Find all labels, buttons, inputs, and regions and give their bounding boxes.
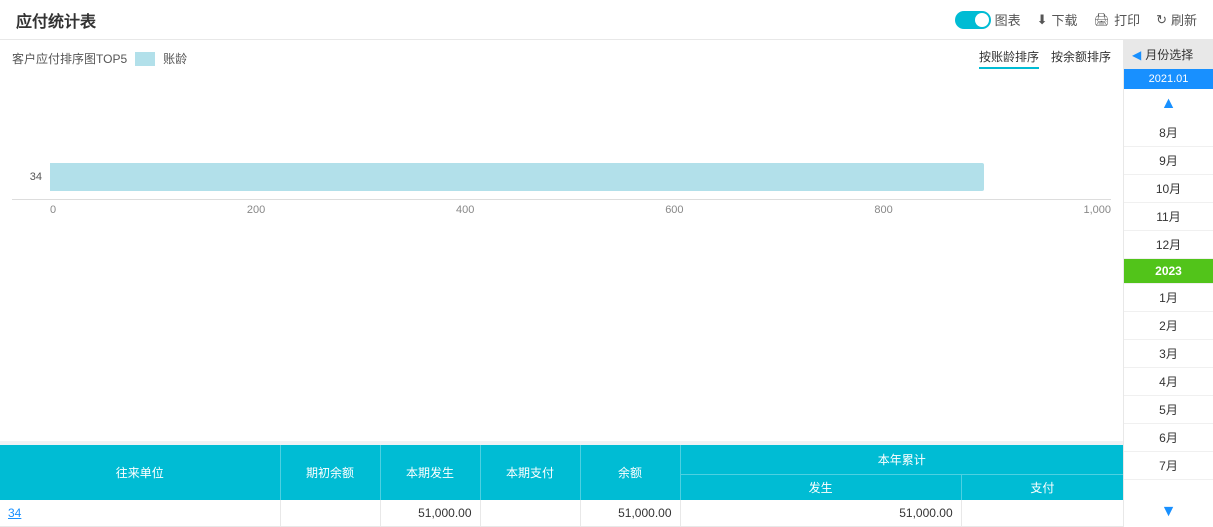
cell-current-occur: 51,000.00 <box>380 500 480 527</box>
month-item-5[interactable]: 5月 <box>1124 396 1213 424</box>
col-unit-header: 往来单位 <box>0 445 280 500</box>
main-content: 客户应付排序图TOP5 账龄 按账龄排序 按余额排序 34 <box>0 40 1213 527</box>
print-button[interactable]: 🖨 打印 <box>1094 10 1141 29</box>
toggle-switch-icon[interactable] <box>955 11 991 29</box>
page-title: 应付统计表 <box>16 8 96 32</box>
refresh-icon: ↻ <box>1156 12 1167 28</box>
legend-text: 客户应付排序图TOP5 <box>12 50 127 67</box>
chart-header: 客户应付排序图TOP5 账龄 按账龄排序 按余额排序 <box>12 48 1111 69</box>
month-item-7[interactable]: 7月 <box>1124 452 1213 480</box>
x-axis-400: 400 <box>456 204 474 216</box>
x-axis-800: 800 <box>874 204 892 216</box>
chart-section: 客户应付排序图TOP5 账龄 按账龄排序 按余额排序 34 <box>0 40 1123 441</box>
x-axis: 0 200 400 600 800 1,000 <box>12 199 1111 216</box>
download-button[interactable]: ⬇ 下载 <box>1037 10 1078 29</box>
bar-row: 34 856天 <box>12 163 1111 191</box>
month-item-8[interactable]: 8月 <box>1124 119 1213 147</box>
sort-by-balance-button[interactable]: 按账龄排序 <box>979 48 1039 69</box>
print-icon: 🖨 <box>1094 12 1111 28</box>
cell-year-pay <box>961 500 1123 527</box>
cell-opening <box>280 500 380 527</box>
month-item-10[interactable]: 10月 <box>1124 175 1213 203</box>
refresh-label: 刷新 <box>1171 10 1197 29</box>
sidebar-arrow-expand-icon[interactable]: ◀ <box>1132 48 1141 62</box>
sidebar-date-input[interactable]: 2021.01 <box>1124 69 1213 89</box>
unit-link[interactable]: 34 <box>8 506 21 520</box>
chart-legend: 客户应付排序图TOP5 账龄 <box>12 50 187 67</box>
left-panel: 客户应付排序图TOP5 账龄 按账龄排序 按余额排序 34 <box>0 40 1123 527</box>
sidebar-month-list: 8月 9月 10月 11月 12月 2023 1月 2月 3月 4月 5月 6月… <box>1124 119 1213 497</box>
print-label: 打印 <box>1114 10 1140 29</box>
x-axis-200: 200 <box>247 204 265 216</box>
month-item-12[interactable]: 12月 <box>1124 231 1213 259</box>
cell-unit: 34 <box>0 500 280 527</box>
col-current-occur-header: 本期发生 <box>380 445 480 500</box>
scroll-up-button[interactable]: ▲ <box>1124 89 1213 119</box>
col-year-pay-sub: 支付 <box>961 475 1123 501</box>
col-year-total-header: 本年累计 <box>680 445 1123 475</box>
table-row: 34 51,000.00 51,000.00 51,000.00 <box>0 500 1123 527</box>
cell-balance: 51,000.00 <box>580 500 680 527</box>
bar-fill <box>50 163 984 191</box>
table-wrapper: 往来单位 期初余额 本期发生 本期支付 余额 本年累计 发生 支付 <box>0 445 1123 527</box>
cell-year-occur: 51,000.00 <box>680 500 961 527</box>
bar-container: 856天 <box>50 163 1111 191</box>
table-section: 往来单位 期初余额 本期发生 本期支付 余额 本年累计 发生 支付 <box>0 441 1123 527</box>
legend-box-icon <box>135 52 155 66</box>
sidebar-header-label: 月份选择 <box>1145 46 1193 63</box>
right-sidebar: ◀ 月份选择 2021.01 ▲ 8月 9月 10月 11月 12月 2023 … <box>1123 40 1213 527</box>
legend-box-label: 账龄 <box>163 50 187 67</box>
col-year-occur-sub: 发生 <box>680 475 961 501</box>
col-opening-header: 期初余额 <box>280 445 380 500</box>
bar-label: 34 <box>12 171 42 183</box>
table-header-row: 往来单位 期初余额 本期发生 本期支付 余额 本年累计 <box>0 445 1123 475</box>
month-item-2[interactable]: 2月 <box>1124 312 1213 340</box>
x-axis-1000: 1,000 <box>1083 204 1111 216</box>
refresh-button[interactable]: ↻ 刷新 <box>1156 10 1197 29</box>
cell-current-pay <box>480 500 580 527</box>
x-axis-600: 600 <box>665 204 683 216</box>
download-icon: ⬇ <box>1037 12 1048 28</box>
month-item-11[interactable]: 11月 <box>1124 203 1213 231</box>
col-balance-header: 余额 <box>580 445 680 500</box>
month-item-2023[interactable]: 2023 <box>1124 259 1213 284</box>
x-axis-0: 0 <box>50 204 56 216</box>
bar-chart: 34 856天 0 200 400 600 800 1,000 <box>12 77 1111 297</box>
month-item-1[interactable]: 1月 <box>1124 284 1213 312</box>
month-item-6[interactable]: 6月 <box>1124 424 1213 452</box>
chart-toggle[interactable]: 图表 <box>955 10 1021 29</box>
month-item-9[interactable]: 9月 <box>1124 147 1213 175</box>
chart-label: 图表 <box>995 10 1021 29</box>
sidebar-header: ◀ 月份选择 <box>1124 40 1213 69</box>
month-item-3[interactable]: 3月 <box>1124 340 1213 368</box>
sort-by-amount-button[interactable]: 按余额排序 <box>1051 48 1111 69</box>
header: 应付统计表 图表 ⬇ 下载 🖨 打印 ↻ 刷新 <box>0 0 1213 40</box>
data-table: 往来单位 期初余额 本期发生 本期支付 余额 本年累计 发生 支付 <box>0 445 1123 527</box>
header-actions: 图表 ⬇ 下载 🖨 打印 ↻ 刷新 <box>955 10 1197 29</box>
col-current-pay-header: 本期支付 <box>480 445 580 500</box>
download-label: 下载 <box>1052 10 1078 29</box>
scroll-down-button[interactable]: ▼ <box>1124 497 1213 527</box>
month-item-4[interactable]: 4月 <box>1124 368 1213 396</box>
chart-sort: 按账龄排序 按余额排序 <box>979 48 1111 69</box>
